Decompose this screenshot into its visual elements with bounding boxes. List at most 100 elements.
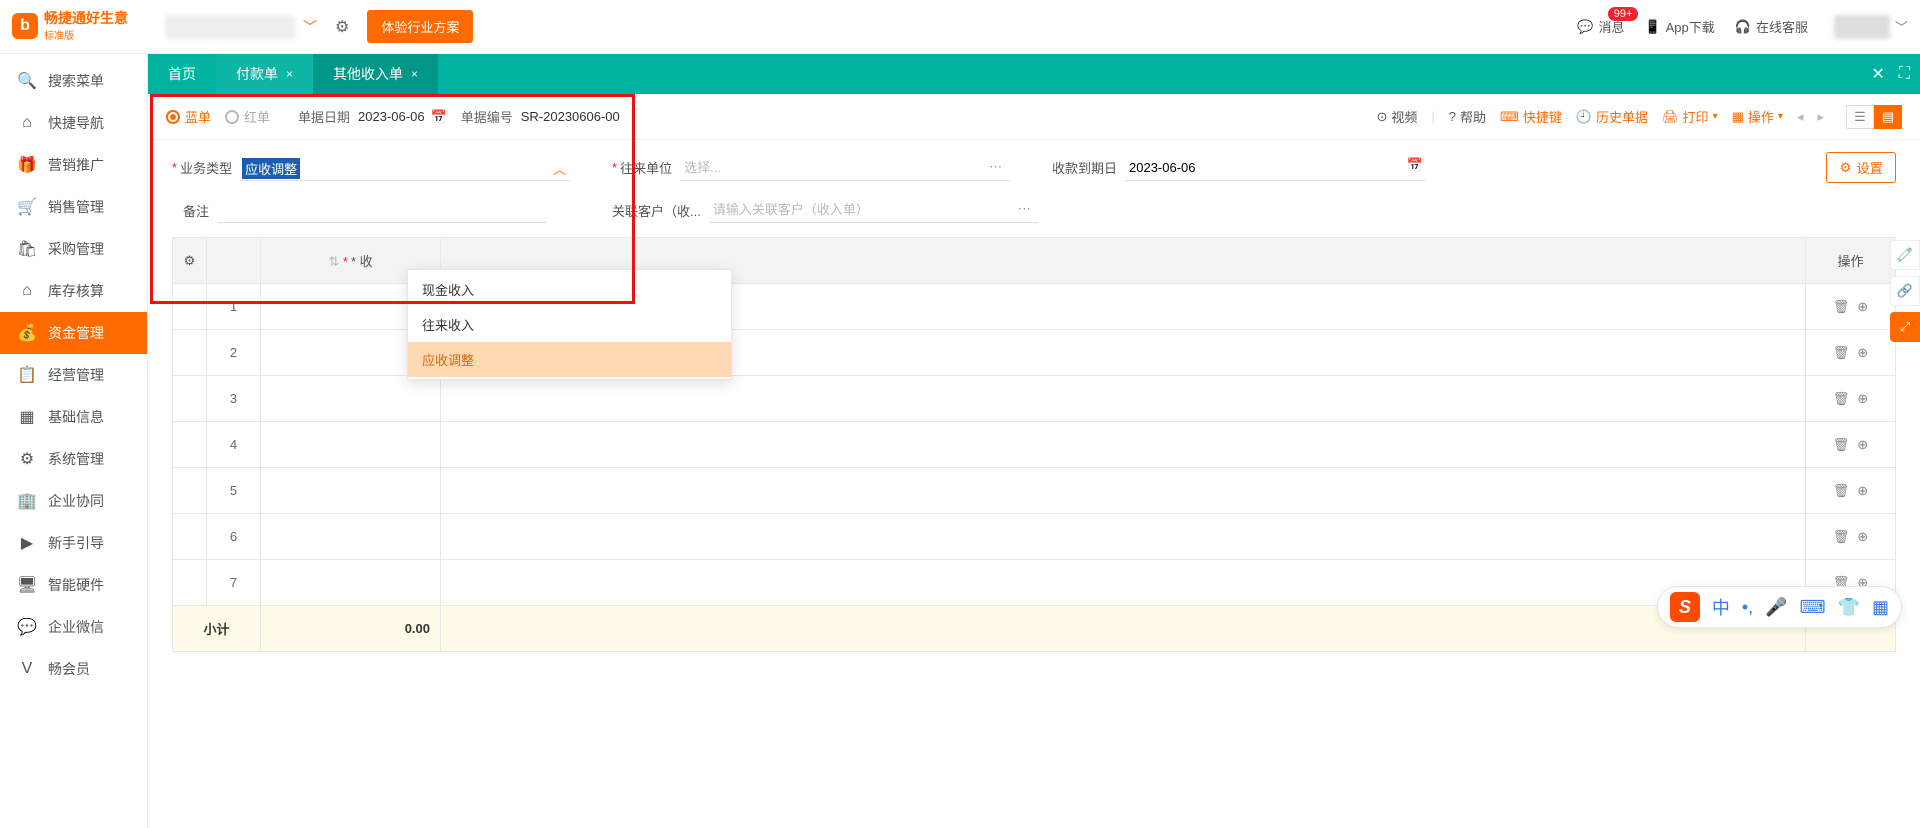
tab-close-icon[interactable]: × (286, 67, 293, 81)
ime-cn-icon[interactable]: 中 (1712, 594, 1730, 620)
sidebar-item-8[interactable]: ▦基础信息 (0, 396, 147, 438)
delete-row-icon[interactable]: 🗑 (1833, 299, 1850, 314)
view-card-toggle[interactable]: ▤ (1874, 105, 1902, 129)
delete-row-icon[interactable]: 🗑 (1833, 391, 1850, 406)
grid-settings-header[interactable]: ⚙ (173, 238, 207, 284)
due-date-input[interactable] (1125, 155, 1425, 181)
user-menu[interactable]: ﹀ (1828, 15, 1908, 39)
prev-button[interactable]: ◂ (1797, 109, 1804, 125)
row-amount-cell[interactable] (441, 376, 1806, 422)
delete-row-icon[interactable]: 🗑 (1833, 345, 1850, 360)
ime-grid-icon[interactable]: ▦ (1872, 597, 1889, 618)
support-button[interactable]: 🎧 在线客服 (1735, 17, 1808, 36)
promo-button[interactable]: 体验行业方案 (367, 10, 473, 43)
operate-icon: ▦ (1732, 109, 1744, 125)
tab-0[interactable]: 付款单× (216, 54, 313, 94)
delete-row-icon[interactable]: 🗑 (1833, 483, 1850, 498)
add-row-icon[interactable]: ⊕ (1857, 299, 1868, 314)
table-row[interactable]: 6🗑⊕ (173, 514, 1896, 560)
settings-button[interactable]: ⚙ 设置 (1826, 152, 1896, 183)
doc-date-value[interactable]: 2023-06-06 (358, 109, 425, 124)
dropdown-option-0[interactable]: 现金收入 (408, 272, 731, 307)
history-button[interactable]: 🕘历史单据 (1576, 107, 1648, 126)
link-tool-icon[interactable]: 🔗 (1890, 276, 1920, 306)
sidebar-item-0[interactable]: 🔍搜索菜单 (0, 60, 147, 102)
sidebar-item-6[interactable]: 💰资金管理 (0, 312, 147, 354)
ime-mic-icon[interactable]: 🎤 (1765, 597, 1787, 618)
message-button[interactable]: 💬 消息 99+ (1577, 17, 1624, 36)
row-amount-cell[interactable] (441, 514, 1806, 560)
radio-red[interactable]: 红单 (225, 107, 270, 126)
app-download-button[interactable]: 📱 App下载 (1644, 17, 1714, 36)
add-row-icon[interactable]: ⊕ (1857, 483, 1868, 498)
tab-1[interactable]: 其他收入单× (313, 54, 438, 94)
table-row[interactable]: 3🗑⊕ (173, 376, 1896, 422)
ime-logo-icon: S (1670, 592, 1700, 622)
dropdown-option-2[interactable]: 应收调整 (408, 342, 731, 377)
expand-tool-icon[interactable]: ⤢ (1890, 312, 1920, 342)
row-account-cell[interactable] (261, 560, 441, 606)
delete-row-icon[interactable]: 🗑 (1833, 437, 1850, 452)
sidebar-item-9[interactable]: ⚙系统管理 (0, 438, 147, 480)
header-gear-icon[interactable]: ⚙ (335, 17, 349, 37)
sidebar-item-1[interactable]: ⌂快捷导航 (0, 102, 147, 144)
sidebar-item-10[interactable]: 🏢企业协同 (0, 480, 147, 522)
ime-keyboard-icon[interactable]: ⌨ (1800, 597, 1826, 618)
tab-close-icon[interactable]: ✕ (1871, 64, 1884, 84)
tab-expand-icon[interactable]: ⛶ (1899, 65, 1910, 83)
add-row-icon[interactable]: ⊕ (1857, 345, 1868, 360)
more-icon[interactable]: ⋯ (1018, 201, 1037, 217)
print-button[interactable]: 🖨打印▾ (1662, 107, 1718, 126)
ime-toolbar[interactable]: S 中 •, 🎤 ⌨ 👕 ▦ (1657, 586, 1902, 628)
clip-tool-icon[interactable]: 🧷 (1890, 240, 1920, 270)
sidebar-item-12[interactable]: 🖥智能硬件 (0, 564, 147, 606)
sidebar-item-11[interactable]: ▶新手引导 (0, 522, 147, 564)
chevron-up-icon[interactable]: ︿ (553, 159, 566, 178)
org-chevron-icon[interactable]: ﹀ (303, 17, 317, 37)
calendar-icon[interactable]: 📅 (1407, 157, 1423, 173)
row-account-cell[interactable] (261, 468, 441, 514)
delete-row-icon[interactable]: 🗑 (1833, 529, 1850, 544)
partner-input[interactable] (680, 155, 1010, 181)
sidebar-item-13[interactable]: 💬企业微信 (0, 606, 147, 648)
shortcut-button[interactable]: ⌨快捷键 (1500, 107, 1562, 126)
sidebar-item-5[interactable]: ⌂库存核算 (0, 270, 147, 312)
ime-skin-icon[interactable]: 👕 (1838, 597, 1860, 618)
video-button[interactable]: ⊙视频 (1376, 107, 1417, 126)
help-button[interactable]: ?帮助 (1449, 107, 1486, 126)
calendar-icon[interactable]: 📅 (431, 109, 447, 125)
radio-blue[interactable]: 蓝单 (166, 107, 211, 126)
related-customer-input[interactable] (709, 197, 1039, 223)
remark-input[interactable] (217, 197, 547, 223)
operate-label: 操作 (1748, 107, 1774, 126)
view-list-toggle[interactable]: ☰ (1846, 105, 1874, 129)
tab-close-icon[interactable]: × (411, 67, 418, 81)
table-row[interactable]: 5 🗑 ⊕ (173, 468, 1896, 514)
operate-button[interactable]: ▦操作▾ (1732, 107, 1783, 126)
table-row[interactable]: 7🗑⊕ (173, 560, 1896, 606)
sidebar-item-14[interactable]: V畅会员 (0, 648, 147, 690)
sidebar-item-7[interactable]: 📋经营管理 (0, 354, 147, 396)
dropdown-option-1[interactable]: 往来收入 (408, 307, 731, 342)
more-icon[interactable]: ⋯ (989, 159, 1008, 175)
add-row-icon[interactable]: ⊕ (1857, 437, 1868, 452)
table-row[interactable]: 4🗑⊕ (173, 422, 1896, 468)
related-customer-label: 关联客户（收... (612, 201, 701, 220)
add-row-icon[interactable]: ⊕ (1857, 391, 1868, 406)
row-account-cell[interactable] (261, 422, 441, 468)
sidebar-item-3[interactable]: 🛒销售管理 (0, 186, 147, 228)
support-label: 在线客服 (1756, 17, 1808, 36)
row-index: 5 (207, 468, 261, 514)
tab-home[interactable]: 首页 (148, 54, 216, 94)
row-account-cell[interactable] (261, 514, 441, 560)
row-account-cell[interactable] (261, 376, 441, 422)
next-button[interactable]: ▸ (1817, 109, 1824, 125)
row-amount-cell[interactable] (441, 468, 1806, 514)
sidebar-item-2[interactable]: 🎁营销推广 (0, 144, 147, 186)
ime-punct-icon[interactable]: •, (1742, 597, 1753, 618)
biz-type-input[interactable] (240, 155, 570, 181)
sidebar-item-4[interactable]: 🛍采购管理 (0, 228, 147, 270)
add-row-icon[interactable]: ⊕ (1857, 529, 1868, 544)
row-amount-cell[interactable] (441, 560, 1806, 606)
row-amount-cell[interactable] (441, 422, 1806, 468)
